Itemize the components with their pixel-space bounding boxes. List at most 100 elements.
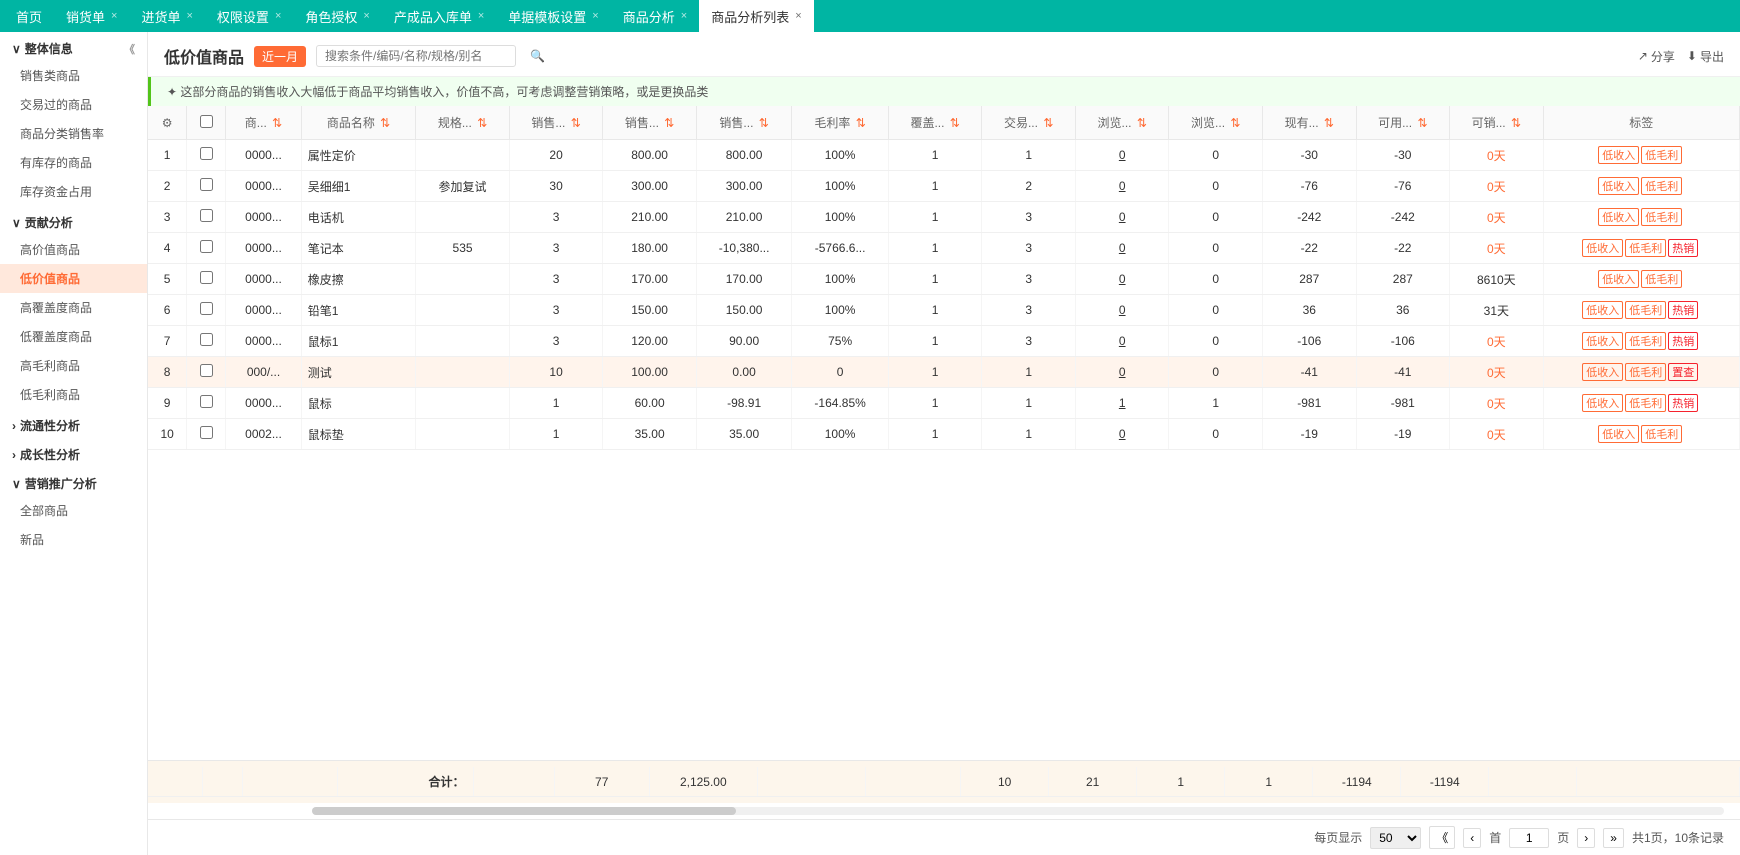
close-icon[interactable]: × <box>795 10 801 22</box>
sidebar-item-sales-goods[interactable]: 销售类商品 <box>0 61 147 90</box>
cell-browse1[interactable]: 0 <box>1075 171 1169 202</box>
th-checkbox[interactable] <box>187 106 226 140</box>
nav-home[interactable]: 首页 <box>4 0 54 32</box>
collapse-icon[interactable]: 《 <box>124 41 135 57</box>
cell-checkbox[interactable] <box>187 419 226 450</box>
cell-browse1[interactable]: 0 <box>1075 202 1169 233</box>
cell-checkbox[interactable] <box>187 233 226 264</box>
first-page-button[interactable]: 《 <box>1429 826 1455 849</box>
browse-link[interactable]: 0 <box>1119 272 1126 286</box>
export-button[interactable]: ⬇ 导出 <box>1687 48 1724 65</box>
close-icon[interactable]: × <box>186 10 192 22</box>
sidebar-item-low-value[interactable]: 低价值商品 <box>0 264 147 293</box>
sort-icon[interactable]: ⇅ <box>1417 116 1427 130</box>
nav-product-stock[interactable]: 产成品入库单 × <box>382 0 496 32</box>
browse-link[interactable]: 0 <box>1119 303 1126 317</box>
th-settings[interactable]: ⚙ <box>148 106 187 140</box>
th-gross-margin[interactable]: 毛利率 ⇅ <box>792 106 889 140</box>
row-checkbox[interactable] <box>200 302 213 315</box>
cell-browse1[interactable]: 0 <box>1075 419 1169 450</box>
th-available[interactable]: 可用... ⇅ <box>1356 106 1450 140</box>
select-all-checkbox[interactable] <box>200 115 213 128</box>
browse-link[interactable]: 0 <box>1119 427 1126 441</box>
cell-checkbox[interactable] <box>187 140 226 171</box>
close-icon[interactable]: × <box>592 10 598 22</box>
filter-recent-month-button[interactable]: 近一月 <box>254 46 306 67</box>
browse-link[interactable]: 0 <box>1119 365 1126 379</box>
sidebar-item-low-coverage[interactable]: 低覆盖度商品 <box>0 322 147 351</box>
prev-page-button[interactable]: ‹ <box>1463 828 1481 848</box>
th-browse1[interactable]: 浏览... ⇅ <box>1075 106 1169 140</box>
cell-browse1[interactable]: 0 <box>1075 264 1169 295</box>
sort-icon[interactable]: ⇅ <box>950 116 960 130</box>
th-sales-col3[interactable]: 销售... ⇅ <box>696 106 791 140</box>
cell-checkbox[interactable] <box>187 357 226 388</box>
last-page-button[interactable]: » <box>1603 828 1624 848</box>
nav-role-auth[interactable]: 角色授权 × <box>293 0 381 32</box>
sort-icon[interactable]: ⇅ <box>664 116 674 130</box>
row-checkbox[interactable] <box>200 364 213 377</box>
next-page-button[interactable]: › <box>1577 828 1595 848</box>
th-spec[interactable]: 规格... ⇅ <box>416 106 510 140</box>
sort-icon[interactable]: ⇅ <box>759 116 769 130</box>
sidebar-group-circulation[interactable]: › 流通性分析 <box>0 409 147 438</box>
cell-browse1[interactable]: 0 <box>1075 295 1169 326</box>
row-checkbox[interactable] <box>200 426 213 439</box>
search-input[interactable] <box>316 45 516 67</box>
sidebar-group-growth[interactable]: › 成长性分析 <box>0 438 147 467</box>
sort-icon[interactable]: ⇅ <box>1511 116 1521 130</box>
browse-link[interactable]: 0 <box>1119 334 1126 348</box>
sidebar-item-low-margin[interactable]: 低毛利商品 <box>0 380 147 409</box>
nav-product-analysis-list[interactable]: 商品分析列表 × <box>699 0 813 32</box>
cell-browse1[interactable]: 0 <box>1075 357 1169 388</box>
sidebar-item-traded-goods[interactable]: 交易过的商品 <box>0 90 147 119</box>
cell-browse1[interactable]: 0 <box>1075 233 1169 264</box>
close-icon[interactable]: × <box>363 10 369 22</box>
row-checkbox[interactable] <box>200 395 213 408</box>
nav-permission[interactable]: 权限设置 × <box>205 0 293 32</box>
close-icon[interactable]: × <box>681 10 687 22</box>
browse-link[interactable]: 0 <box>1119 210 1126 224</box>
th-sales-qty[interactable]: 销售... ⇅ <box>509 106 603 140</box>
sidebar-group-marketing[interactable]: ∨ 营销推广分析 <box>0 467 147 496</box>
cell-checkbox[interactable] <box>187 171 226 202</box>
row-checkbox[interactable] <box>200 178 213 191</box>
sidebar-group-overall[interactable]: ∨ 整体信息 《 <box>0 32 147 61</box>
cell-browse1[interactable]: 0 <box>1075 326 1169 357</box>
per-page-select[interactable]: 50 20 100 <box>1370 827 1421 849</box>
nav-purchase-order[interactable]: 进货单 × <box>129 0 204 32</box>
cell-checkbox[interactable] <box>187 202 226 233</box>
th-browse2[interactable]: 浏览... ⇅ <box>1169 106 1263 140</box>
row-checkbox[interactable] <box>200 271 213 284</box>
browse-link[interactable]: 1 <box>1119 396 1126 410</box>
sidebar-item-high-value[interactable]: 高价值商品 <box>0 235 147 264</box>
row-checkbox[interactable] <box>200 147 213 160</box>
sidebar-item-all-goods[interactable]: 全部商品 <box>0 496 147 525</box>
th-transactions[interactable]: 交易... ⇅ <box>982 106 1076 140</box>
th-sales-amount[interactable]: 销售... ⇅ <box>603 106 697 140</box>
row-checkbox[interactable] <box>200 240 213 253</box>
sort-icon[interactable]: ⇅ <box>1324 116 1334 130</box>
browse-link[interactable]: 0 <box>1119 241 1126 255</box>
sidebar-item-new-goods[interactable]: 新品 <box>0 525 147 554</box>
cell-checkbox[interactable] <box>187 326 226 357</box>
sort-icon[interactable]: ⇅ <box>477 116 487 130</box>
sort-icon[interactable]: ⇅ <box>380 116 390 130</box>
cell-checkbox[interactable] <box>187 295 226 326</box>
th-sellable[interactable]: 可销... ⇅ <box>1450 106 1544 140</box>
sort-icon[interactable]: ⇅ <box>1137 116 1147 130</box>
th-current-stock[interactable]: 现有... ⇅ <box>1263 106 1357 140</box>
browse-link[interactable]: 0 <box>1119 179 1126 193</box>
th-code[interactable]: 商... ⇅ <box>226 106 302 140</box>
sort-icon[interactable]: ⇅ <box>571 116 581 130</box>
sort-icon[interactable]: ⇅ <box>272 116 282 130</box>
close-icon[interactable]: × <box>111 10 117 22</box>
share-button[interactable]: ↗ 分享 <box>1638 48 1675 65</box>
sort-icon[interactable]: ⇅ <box>856 116 866 130</box>
browse-link[interactable]: 0 <box>1119 148 1126 162</box>
sidebar-item-stock-goods[interactable]: 有库存的商品 <box>0 148 147 177</box>
sidebar-group-contribution[interactable]: ∨ 贡献分析 <box>0 206 147 235</box>
sidebar-item-high-margin[interactable]: 高毛利商品 <box>0 351 147 380</box>
page-number-input[interactable] <box>1509 828 1549 848</box>
cell-checkbox[interactable] <box>187 264 226 295</box>
